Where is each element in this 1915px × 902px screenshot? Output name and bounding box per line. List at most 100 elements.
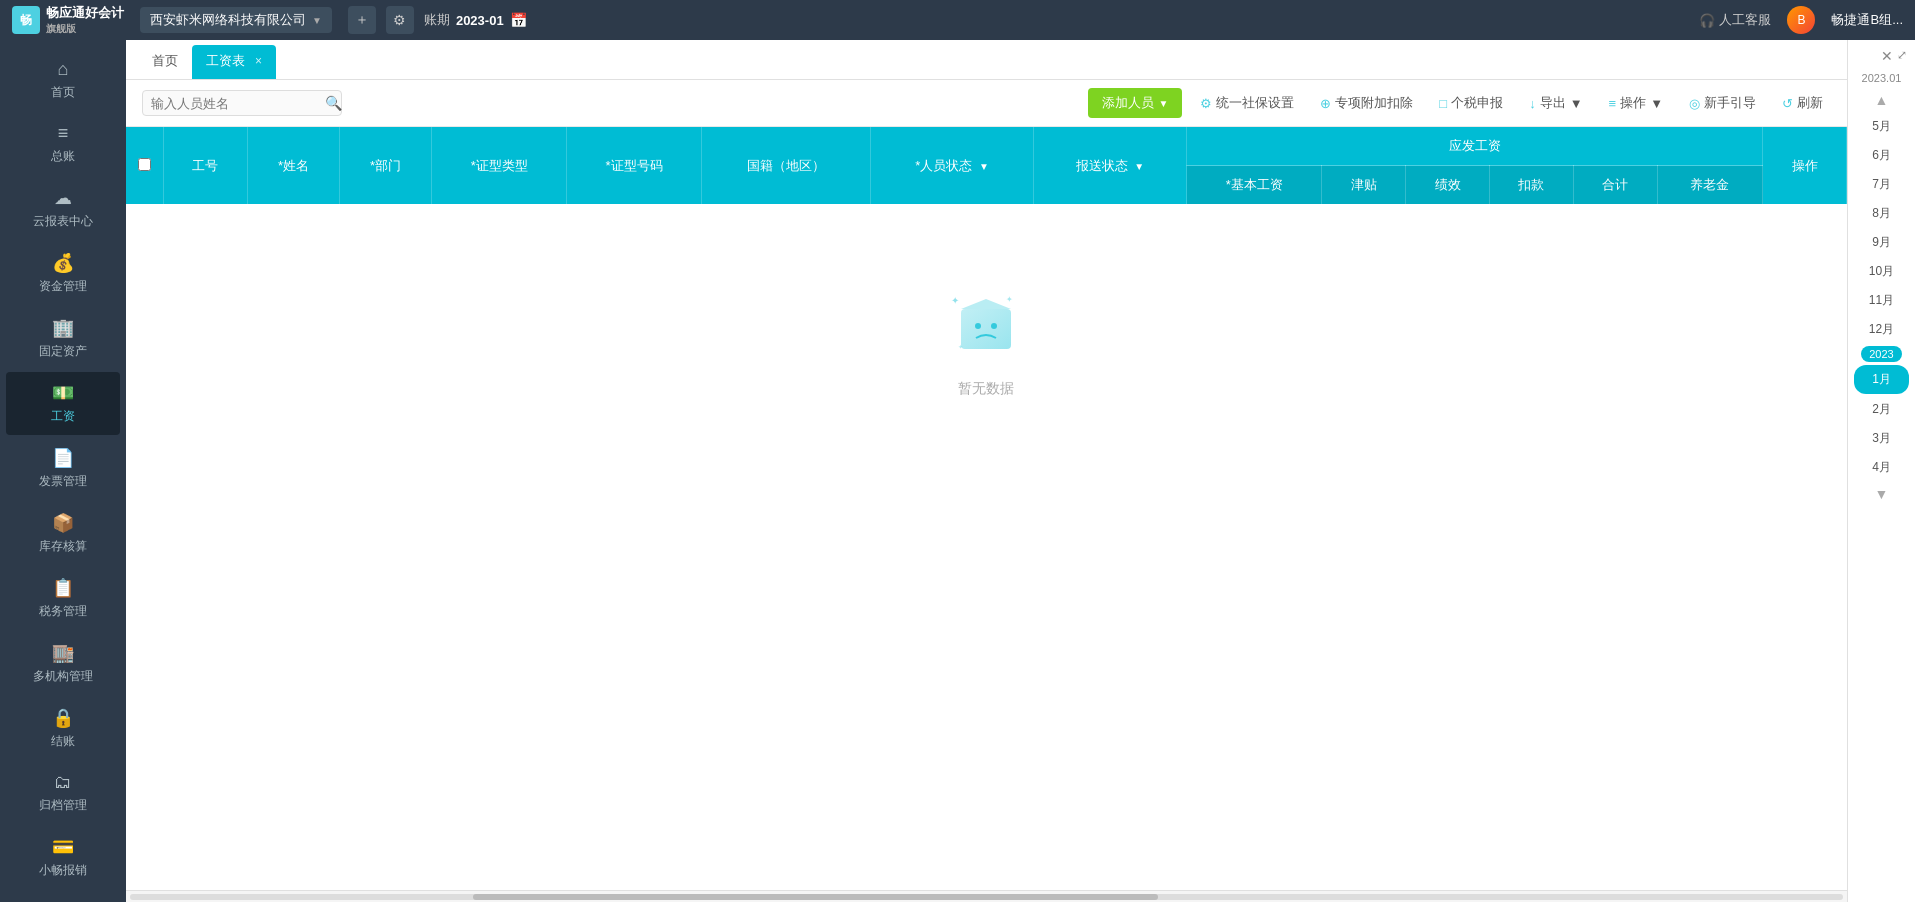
th-region: 国籍（地区） — [702, 127, 871, 204]
month-2023-4[interactable]: 4月 — [1848, 453, 1915, 482]
th-total: 合计 — [1573, 166, 1657, 205]
month-2022-5[interactable]: 5月 — [1848, 112, 1915, 141]
month-2023-3[interactable]: 3月 — [1848, 424, 1915, 453]
company-name: 西安虾米网络科技有限公司 — [150, 11, 306, 29]
th-id-no: *证型号码 — [567, 127, 702, 204]
ledger-icon: ≡ — [58, 123, 69, 144]
search-box: 🔍 — [142, 90, 342, 116]
sidebar-item-archive[interactable]: 🗂 归档管理 — [6, 762, 120, 824]
month-2022-6[interactable]: 6月 — [1848, 141, 1915, 170]
svg-point-3 — [991, 323, 997, 329]
report-filter-icon[interactable]: ▼ — [1134, 161, 1144, 172]
month-2023-2[interactable]: 2月 — [1848, 395, 1915, 424]
month-2022-11[interactable]: 11月 — [1848, 286, 1915, 315]
multi-org-icon: 🏬 — [52, 642, 74, 664]
operations-btn[interactable]: ≡ 操作 ▼ — [1601, 90, 1671, 116]
table-container: 工号 *姓名 *部门 *证型类型 *证型号码 国籍（地区） *人员状态 ▼ 报送… — [126, 127, 1847, 890]
inventory-icon: 📦 — [52, 512, 74, 534]
next-year-btn[interactable]: ▼ — [1870, 482, 1894, 506]
sidebar-item-invoice[interactable]: 📄 发票管理 — [6, 437, 120, 500]
month-2023-1[interactable]: 1月 — [1854, 365, 1909, 394]
guide-btn[interactable]: ◎ 新手引导 — [1681, 90, 1764, 116]
headset-icon: 🎧 — [1699, 13, 1715, 28]
th-status: *人员状态 ▼ — [871, 127, 1033, 204]
tab-close-btn[interactable]: × — [255, 54, 262, 68]
month-2022-7[interactable]: 7月 — [1848, 170, 1915, 199]
close-panel-btn[interactable]: ✕ — [1881, 48, 1893, 64]
top-bar-right: 🎧 人工客服 B 畅捷通B组... — [1699, 6, 1903, 34]
month-2022-12[interactable]: 12月 — [1848, 315, 1915, 344]
closing-icon: 🔒 — [52, 707, 74, 729]
th-performance: 绩效 — [1406, 166, 1490, 205]
sidebar-item-closing[interactable]: 🔒 结账 — [6, 697, 120, 760]
bottom-scrollbar[interactable] — [126, 890, 1847, 902]
tax-icon: 📋 — [52, 577, 74, 599]
th-base-salary: *基本工资 — [1187, 166, 1322, 205]
special-deduction-icon: ⊕ — [1320, 96, 1331, 111]
month-2022-10[interactable]: 10月 — [1848, 257, 1915, 286]
calendar-icon[interactable]: 📅 — [510, 12, 527, 28]
th-name: *姓名 — [247, 127, 339, 204]
sidebar-item-expense[interactable]: 💳 小畅报销 — [6, 826, 120, 889]
app-logo: 畅 畅应通好会计 旗舰版 — [12, 4, 124, 36]
panel-controls: ✕ ⤢ — [1848, 44, 1915, 68]
prev-year-btn[interactable]: ▲ — [1870, 88, 1894, 112]
month-2022-8[interactable]: 8月 — [1848, 199, 1915, 228]
add-company-btn[interactable]: ＋ — [348, 6, 376, 34]
social-security-btn[interactable]: ⚙ 统一社保设置 — [1192, 90, 1302, 116]
expand-panel-btn[interactable]: ⤢ — [1897, 48, 1907, 64]
sidebar-item-tax[interactable]: 📋 税务管理 — [6, 567, 120, 630]
content-area: 首页 工资表 × 🔍 添加人员 ▼ ⚙ 统一社保设置 ⊕ — [126, 40, 1847, 902]
operations-arrow: ▼ — [1650, 96, 1663, 111]
add-person-btn[interactable]: 添加人员 ▼ — [1088, 88, 1182, 118]
operations-icon: ≡ — [1609, 96, 1617, 111]
sidebar-item-payroll[interactable]: 💵 工资 — [6, 372, 120, 435]
sidebar-item-home[interactable]: ⌂ 首页 — [6, 49, 120, 111]
sidebar-item-cloud-report[interactable]: ☁ 云报表中心 — [6, 177, 120, 240]
main-layout: ⌂ 首页 ≡ 总账 ☁ 云报表中心 💰 资金管理 🏢 固定资产 💵 工资 📄 发… — [0, 40, 1915, 902]
customer-service-btn[interactable]: 🎧 人工客服 — [1699, 11, 1771, 29]
top-bar-actions: ＋ ⚙ — [348, 6, 414, 34]
tab-payroll[interactable]: 工资表 × — [192, 45, 276, 79]
empty-icon: ✦ ✦ ✦ — [946, 284, 1026, 364]
th-checkbox[interactable] — [126, 127, 164, 204]
special-deduction-btn[interactable]: ⊕ 专项附加扣除 — [1312, 90, 1421, 116]
logo-icon: 畅 — [12, 6, 40, 34]
select-all-checkbox[interactable] — [138, 158, 151, 171]
export-btn[interactable]: ↓ 导出 ▼ — [1521, 90, 1590, 116]
search-input[interactable] — [151, 96, 319, 111]
th-subsidy: 津贴 — [1322, 166, 1406, 205]
settings-btn[interactable]: ⚙ — [386, 6, 414, 34]
app-name: 畅应通好会计 — [46, 4, 124, 22]
user-name: 畅捷通B组... — [1831, 11, 1903, 29]
period-info: 账期 2023-01 📅 — [424, 11, 527, 29]
svg-marker-1 — [961, 299, 1011, 309]
sidebar-item-fund[interactable]: 💰 资金管理 — [6, 242, 120, 305]
table-header-row: 工号 *姓名 *部门 *证型类型 *证型号码 国籍（地区） *人员状态 ▼ 报送… — [126, 127, 1847, 166]
sidebar-item-multi-org[interactable]: 🏬 多机构管理 — [6, 632, 120, 695]
th-pension: 养老金 — [1657, 166, 1762, 205]
sidebar-item-ledger[interactable]: ≡ 总账 — [6, 113, 120, 175]
tab-home[interactable]: 首页 — [138, 45, 192, 79]
svg-text:✦: ✦ — [958, 344, 963, 350]
sidebar-item-settings[interactable]: ⚙ 基础设置 — [6, 891, 120, 902]
company-selector[interactable]: 西安虾米网络科技有限公司 ▼ — [140, 7, 332, 33]
sidebar-item-inventory[interactable]: 📦 库存核算 — [6, 502, 120, 565]
month-2022-9[interactable]: 9月 — [1848, 228, 1915, 257]
fund-icon: 💰 — [52, 252, 74, 274]
search-icon: 🔍 — [325, 95, 342, 111]
th-payroll-group: 应发工资 — [1187, 127, 1763, 166]
sidebar-item-fixed-asset[interactable]: 🏢 固定资产 — [6, 307, 120, 370]
th-ops: 操作 — [1763, 127, 1847, 204]
refresh-icon: ↺ — [1782, 96, 1793, 111]
tax-report-btn[interactable]: □ 个税申报 — [1431, 90, 1511, 116]
social-security-icon: ⚙ — [1200, 96, 1212, 111]
guide-toolbar-icon: ◎ — [1689, 96, 1700, 111]
top-bar: 畅 畅应通好会计 旗舰版 西安虾米网络科技有限公司 ▼ ＋ ⚙ 账期 2023-… — [0, 0, 1915, 40]
toolbar: 🔍 添加人员 ▼ ⚙ 统一社保设置 ⊕ 专项附加扣除 □ 个税申报 ↓ 导出 — [126, 80, 1847, 127]
svg-text:✦: ✦ — [1006, 295, 1013, 304]
home-icon: ⌂ — [58, 59, 69, 80]
refresh-btn[interactable]: ↺ 刷新 — [1774, 90, 1831, 116]
th-id-type: *证型类型 — [432, 127, 567, 204]
status-filter-icon[interactable]: ▼ — [979, 161, 989, 172]
